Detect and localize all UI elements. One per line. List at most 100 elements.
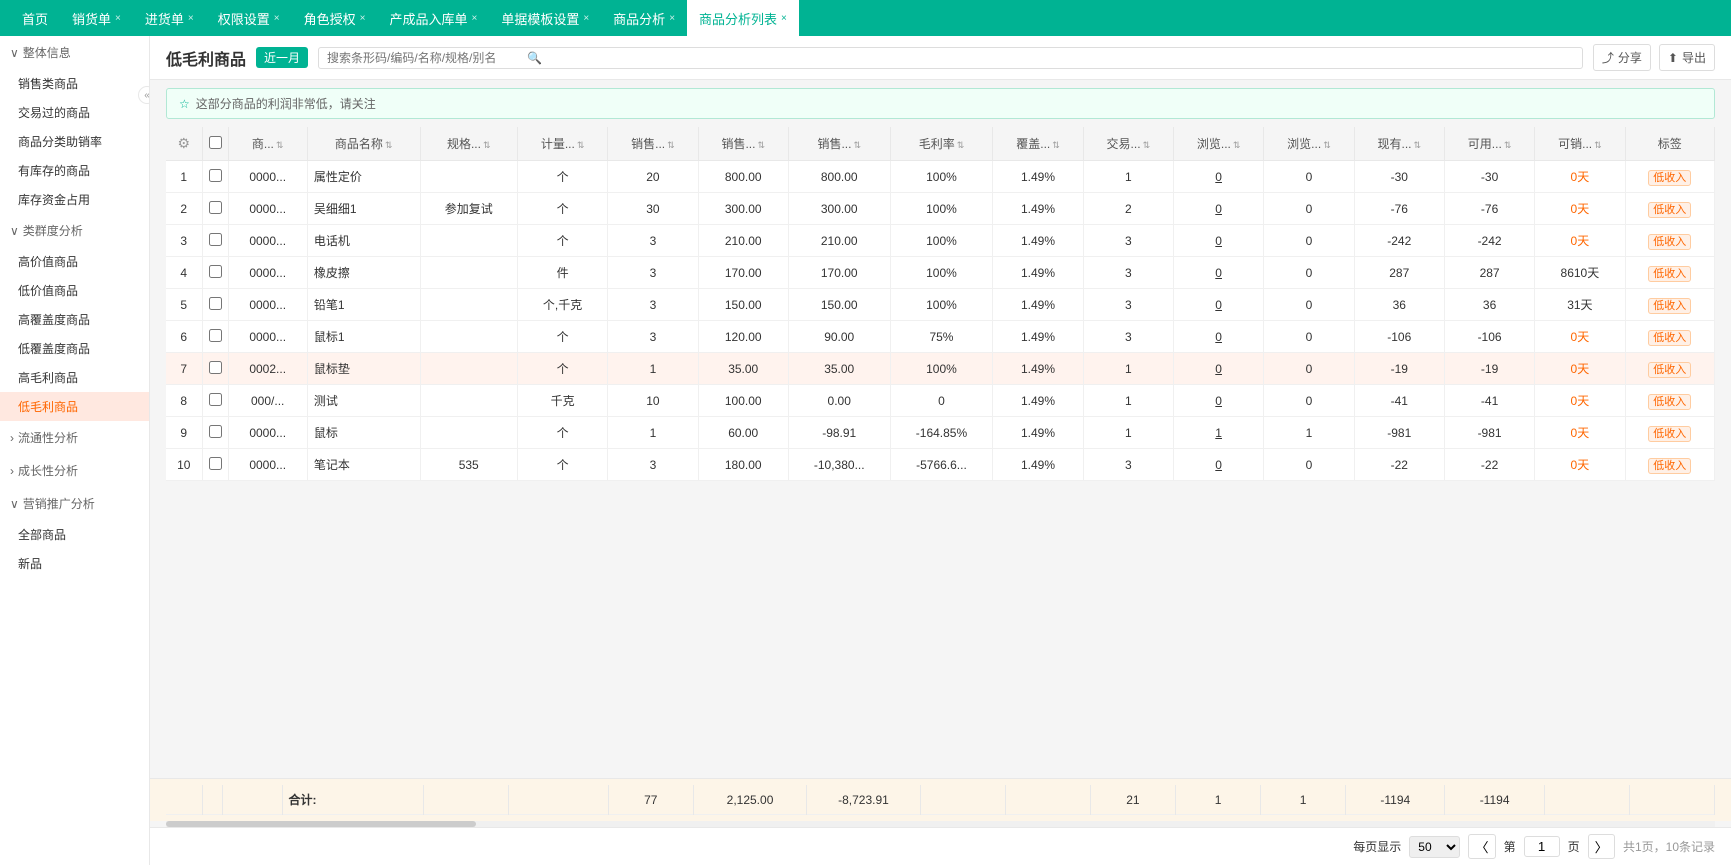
next-page-button[interactable]: 〉 xyxy=(1588,834,1615,859)
row-sales-profit: 210.00 xyxy=(788,225,890,257)
row-sales-qty: 3 xyxy=(608,225,698,257)
row-view1[interactable]: 0 xyxy=(1173,449,1263,481)
nav-item-analysis-list[interactable]: 商品分析列表 × xyxy=(687,0,799,36)
row-view1[interactable]: 0 xyxy=(1173,289,1263,321)
row-margin: 100% xyxy=(890,193,993,225)
nav-close-permissions[interactable]: × xyxy=(274,13,280,24)
nav-item-templates[interactable]: 单据模板设置 × xyxy=(489,0,601,36)
col-code: 商...⇅ xyxy=(228,127,307,161)
sidebar-section-growth[interactable]: › 成长性分析 xyxy=(0,454,149,487)
sidebar-item-stock-capital[interactable]: 库存资金占用 xyxy=(0,185,149,214)
row-checkbox[interactable] xyxy=(209,329,222,342)
arrow-icon: ∨ xyxy=(10,46,19,60)
row-checkbox[interactable] xyxy=(209,393,222,406)
content-area: 低毛利商品 近一月 🔍 ⤴ 分享 ⬆ 导出 ☆ 这部分商品的利润非常低，请关注 xyxy=(150,36,1731,865)
nav-item-sales[interactable]: 销货单 × xyxy=(60,0,133,36)
row-view1[interactable]: 0 xyxy=(1173,193,1263,225)
col-sellable-days: 可销...⇅ xyxy=(1535,127,1625,161)
row-checkbox[interactable] xyxy=(209,169,222,182)
row-checkbox[interactable] xyxy=(209,201,222,214)
search-input[interactable] xyxy=(327,51,527,65)
share-button[interactable]: ⤴ 分享 xyxy=(1593,44,1651,71)
nav-item-purchase[interactable]: 进货单 × xyxy=(133,0,206,36)
export-button[interactable]: ⬆ 导出 xyxy=(1659,44,1715,71)
nav-close-purchase[interactable]: × xyxy=(188,13,194,24)
nav-close-roles[interactable]: × xyxy=(360,13,366,24)
nav-item-home[interactable]: 首页 xyxy=(10,0,60,36)
date-filter-button[interactable]: 近一月 xyxy=(256,47,308,68)
nav-close-analysis[interactable]: × xyxy=(669,13,675,24)
row-margin: 100% xyxy=(890,289,993,321)
row-checkbox[interactable] xyxy=(209,457,222,470)
table-header-row: ⚙ 商...⇅ 商品名称⇅ 规格...⇅ 计量...⇅ 销售...⇅ 销售...… xyxy=(166,127,1715,161)
sidebar-item-stocked-goods[interactable]: 有库存的商品 xyxy=(0,156,149,185)
row-view1[interactable]: 0 xyxy=(1173,353,1263,385)
sidebar-item-all-goods[interactable]: 全部商品 xyxy=(0,520,149,549)
sidebar-item-low-coverage[interactable]: 低覆盖度商品 xyxy=(0,334,149,363)
row-checkbox[interactable] xyxy=(209,425,222,438)
row-no: 4 xyxy=(166,257,202,289)
col-margin: 毛利率⇅ xyxy=(890,127,993,161)
nav-item-products[interactable]: 产成品入库单 × xyxy=(377,0,489,36)
nav-close-sales[interactable]: × xyxy=(115,13,121,24)
sidebar-item-low-value[interactable]: 低价值商品 xyxy=(0,276,149,305)
sidebar-item-traded-goods[interactable]: 交易过的商品 xyxy=(0,98,149,127)
totals-view1: 1 xyxy=(1175,785,1260,815)
sidebar-item-new-goods[interactable]: 新品 xyxy=(0,549,149,578)
row-name: 电话机 xyxy=(307,225,420,257)
row-view1[interactable]: 0 xyxy=(1173,257,1263,289)
settings-icon[interactable]: ⚙ xyxy=(177,135,190,151)
page-size-select[interactable]: 50 100 200 xyxy=(1409,836,1460,858)
col-settings[interactable]: ⚙ xyxy=(166,127,202,161)
sidebar-section-overall[interactable]: ∨ 整体信息 xyxy=(0,36,149,69)
row-tag: 低收入 xyxy=(1625,353,1714,385)
row-view1[interactable]: 0 xyxy=(1173,385,1263,417)
row-name: 笔记本 xyxy=(307,449,420,481)
row-margin: -5766.6... xyxy=(890,449,993,481)
sidebar-item-high-value[interactable]: 高价值商品 xyxy=(0,247,149,276)
row-sales-amount: 60.00 xyxy=(698,417,788,449)
row-sales-amount: 35.00 xyxy=(698,353,788,385)
row-sales-amount: 300.00 xyxy=(698,193,788,225)
row-view1[interactable]: 0 xyxy=(1173,321,1263,353)
col-coverage: 覆盖...⇅ xyxy=(993,127,1083,161)
select-all-checkbox[interactable] xyxy=(209,136,222,149)
page-number-input[interactable] xyxy=(1524,836,1560,857)
nav-close-products[interactable]: × xyxy=(471,13,477,24)
nav-item-permissions[interactable]: 权限设置 × xyxy=(206,0,292,36)
sidebar-item-sales-goods[interactable]: 销售类商品 xyxy=(0,69,149,98)
row-code: 0002... xyxy=(228,353,307,385)
sidebar-section-marketing[interactable]: ∨ 营销推广分析 xyxy=(0,487,149,520)
nav-item-analysis[interactable]: 商品分析 × xyxy=(601,0,687,36)
col-checkbox[interactable] xyxy=(202,127,228,161)
row-current-stock: 287 xyxy=(1354,257,1444,289)
totals-view2: 1 xyxy=(1261,785,1346,815)
sidebar-item-category-rate[interactable]: 商品分类助销率 xyxy=(0,127,149,156)
nav-item-roles[interactable]: 角色授权 × xyxy=(292,0,378,36)
table-row: 6 0000... 鼠标1 个 3 120.00 90.00 75% 1.49%… xyxy=(166,321,1715,353)
sidebar-item-high-coverage[interactable]: 高覆盖度商品 xyxy=(0,305,149,334)
sidebar-item-low-margin[interactable]: 低毛利商品 xyxy=(0,392,149,421)
row-margin: 100% xyxy=(890,353,993,385)
row-checkbox[interactable] xyxy=(209,297,222,310)
sidebar-item-high-margin[interactable]: 高毛利商品 xyxy=(0,363,149,392)
row-name: 属性定价 xyxy=(307,161,420,193)
row-sales-profit: 300.00 xyxy=(788,193,890,225)
prev-page-button[interactable]: 〈 xyxy=(1468,834,1495,859)
table-container[interactable]: ⚙ 商...⇅ 商品名称⇅ 规格...⇅ 计量...⇅ 销售...⇅ 销售...… xyxy=(150,127,1731,778)
row-checkbox[interactable] xyxy=(209,361,222,374)
row-checkbox[interactable] xyxy=(209,265,222,278)
sidebar-section-cluster[interactable]: ∨ 类群度分析 xyxy=(0,214,149,247)
row-view1[interactable]: 1 xyxy=(1173,417,1263,449)
table-row: 5 0000... 铅笔1 个,千克 3 150.00 150.00 100% … xyxy=(166,289,1715,321)
totals-label: 合计: xyxy=(289,793,317,807)
row-view2: 0 xyxy=(1264,321,1354,353)
sidebar-section-circulation[interactable]: › 流通性分析 xyxy=(0,421,149,454)
nav-close-templates[interactable]: × xyxy=(583,13,589,24)
row-view1[interactable]: 0 xyxy=(1173,225,1263,257)
row-view1[interactable]: 0 xyxy=(1173,161,1263,193)
row-checkbox[interactable] xyxy=(209,233,222,246)
sidebar-collapse-button[interactable]: « xyxy=(138,86,150,104)
search-icon[interactable]: 🔍 xyxy=(527,51,542,65)
nav-close-analysis-list[interactable]: × xyxy=(781,13,787,24)
